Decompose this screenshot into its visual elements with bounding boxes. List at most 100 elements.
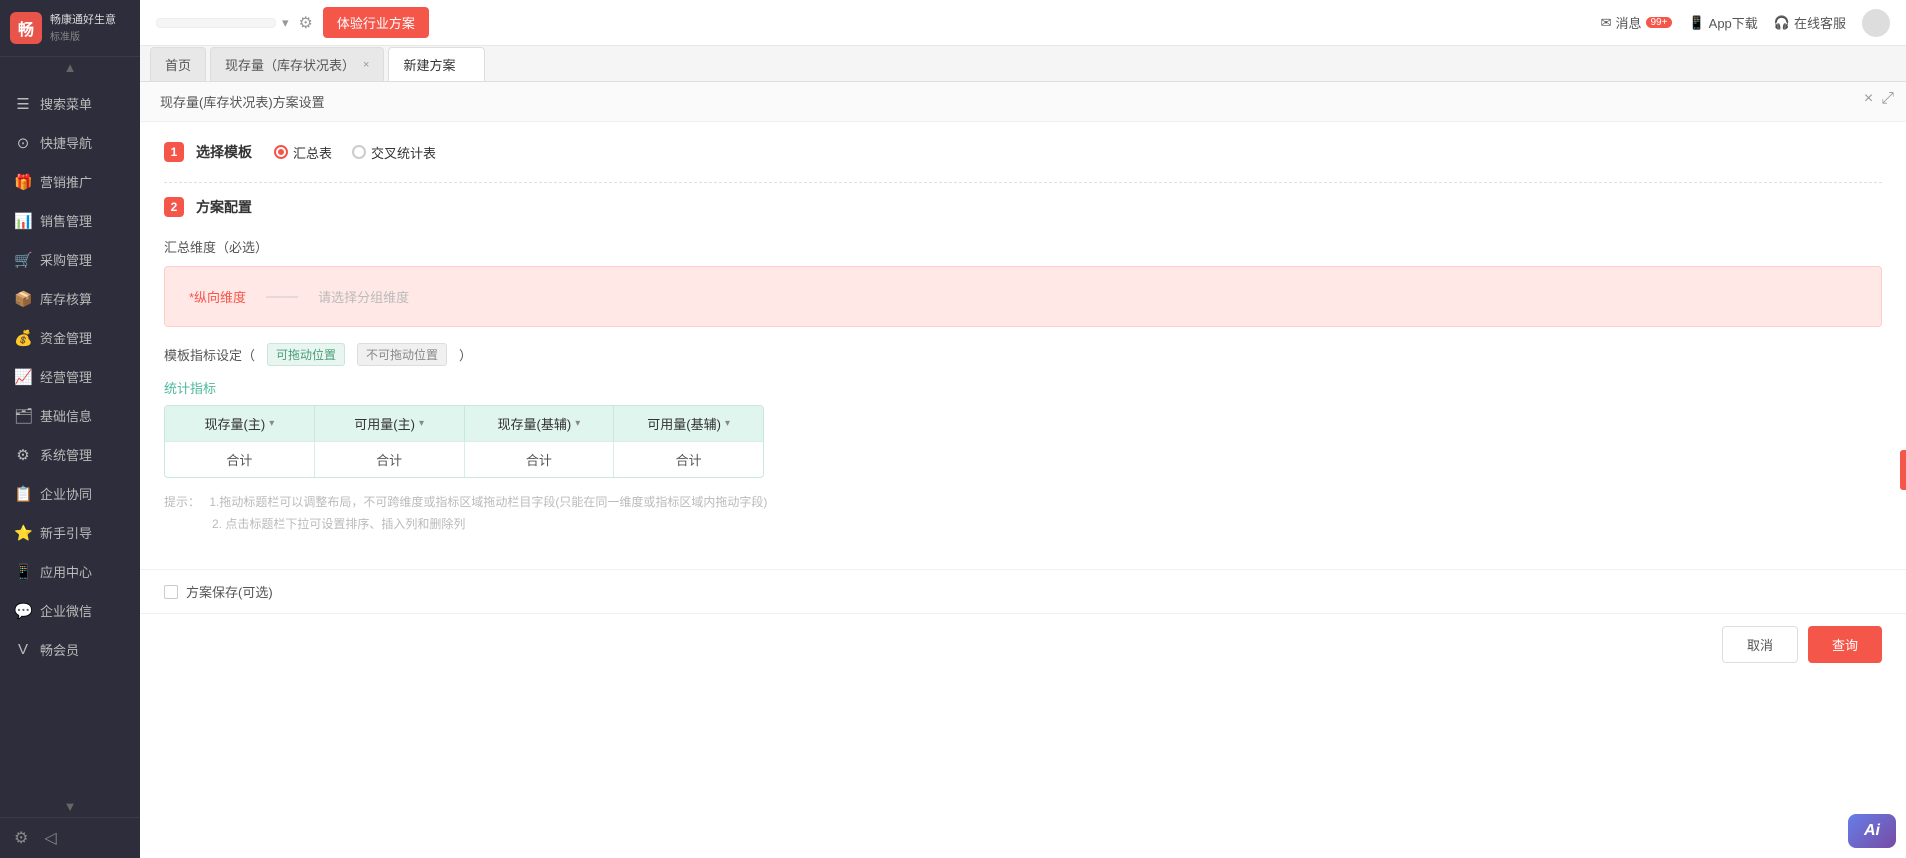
tab-home[interactable]: 首页 xyxy=(150,47,206,81)
sidebar-item-label: 快捷导航 xyxy=(40,133,92,152)
tab-inventory-close[interactable]: × xyxy=(363,59,369,71)
corp-icon: 📋 xyxy=(14,485,32,503)
user-avatar[interactable] xyxy=(1862,9,1890,37)
aggregate-label: 汇总维度（必选） xyxy=(164,237,1882,256)
tip-item-1: 提示： 1.拖动标题栏可以调整布局，不可跨维度或指标区域拖动栏目字段(只能在同一… xyxy=(164,492,1882,514)
sidebar-item-operation[interactable]: 📈 经营管理 xyxy=(0,357,140,396)
stats-col-2-chevron: ▾ xyxy=(575,418,580,429)
messages-badge: 99+ xyxy=(1646,17,1673,28)
stats-col-1[interactable]: 可用量(主) ▾ xyxy=(315,406,465,441)
sidebar-item-membership[interactable]: V 畅会员 xyxy=(0,630,140,669)
sidebar-item-label: 系统管理 xyxy=(40,445,92,464)
sidebar-scroll-down[interactable]: ▼ xyxy=(0,796,140,817)
sidebar-item-basic-info[interactable]: 🗂 基础信息 xyxy=(0,396,140,435)
indicator-label-text: 模板指标设定（ xyxy=(164,345,255,364)
stats-col-0[interactable]: 现存量(主) ▾ xyxy=(165,406,315,441)
dimension-placeholder[interactable]: 请选择分组维度 xyxy=(318,287,409,306)
messages-btn[interactable]: ✉ 消息 99+ xyxy=(1601,13,1673,32)
stats-col-0-label: 现存量(主) xyxy=(205,414,266,433)
operation-icon: 📈 xyxy=(14,368,32,386)
sidebar-item-search[interactable]: ☰ 搜索菜单 xyxy=(0,84,140,123)
radio-cross-label: 交叉统计表 xyxy=(371,143,436,162)
sidebar-item-corp-weixin[interactable]: 💬 企业微信 xyxy=(0,591,140,630)
trial-btn[interactable]: 体验行业方案 xyxy=(323,7,429,38)
sidebar-item-label: 营销推广 xyxy=(40,172,92,191)
sidebar-item-system[interactable]: ⚙ 系统管理 xyxy=(0,435,140,474)
topbar-gear-icon[interactable]: ⚙ xyxy=(299,13,313,33)
gift-icon: 🎁 xyxy=(14,173,32,191)
radio-cross-circle xyxy=(352,145,366,159)
tip-item-2: 2. 点击标题栏下拉可设置排序、插入列和删除列 xyxy=(164,514,1882,536)
indicator-suffix: ） xyxy=(459,345,472,364)
radio-summary[interactable]: 汇总表 xyxy=(274,143,332,162)
bottom-bar: 取消 查询 xyxy=(140,613,1906,675)
radio-summary-label: 汇总表 xyxy=(293,143,332,162)
stats-col-1-chevron: ▾ xyxy=(419,418,424,429)
query-button[interactable]: 查询 xyxy=(1808,626,1882,663)
tab-new-close[interactable]: × xyxy=(463,59,469,71)
home-icon: ⊙ xyxy=(14,134,32,152)
sidebar-item-label: 新手引导 xyxy=(40,523,92,542)
sidebar-item-inventory[interactable]: 📦 库存核算 xyxy=(0,279,140,318)
stats-table: 现存量(主) ▾ 可用量(主) ▾ 现存量(基辅) ▾ xyxy=(164,405,764,478)
stats-cell-0-2: 合计 xyxy=(465,442,615,477)
tip-text-1: 1.拖动标题栏可以调整布局，不可跨维度或指标区域拖动栏目字段(只能在同一维度或指… xyxy=(209,492,767,514)
online-service-btn[interactable]: 🎧 在线客服 xyxy=(1774,13,1846,32)
step2-badge: 2 xyxy=(164,197,184,217)
close-window-btn[interactable]: × xyxy=(1864,90,1873,108)
chart-icon: 📊 xyxy=(14,212,32,230)
tabs-bar: 首页 现存量（库存状况表） × 新建方案 × xyxy=(140,46,1906,82)
stats-col-3[interactable]: 可用量(基辅) ▾ xyxy=(614,406,763,441)
right-edge-indicator xyxy=(1900,450,1906,490)
cancel-button[interactable]: 取消 xyxy=(1722,626,1798,663)
box-icon: 📦 xyxy=(14,290,32,308)
sidebar-item-sales[interactable]: 📊 销售管理 xyxy=(0,201,140,240)
sidebar-item-label: 企业微信 xyxy=(40,601,92,620)
sidebar-scroll-up[interactable]: ▲ xyxy=(0,57,140,78)
content-area: × ⤢ 现存量(库存状况表)方案设置 1 选择模板 汇总表 xyxy=(140,82,1906,858)
sidebar-item-label: 基础信息 xyxy=(40,406,92,425)
stats-col-2-label: 现存量(基辅) xyxy=(498,414,572,433)
collapse-icon[interactable]: ◁ xyxy=(44,828,56,848)
config-section: 汇总维度（必选） *纵向维度 —— 请选择分组维度 模板指标设定（ 可拖动位置 … xyxy=(164,237,1882,535)
tab-inventory-label: 现存量（库存状况表） xyxy=(225,55,355,74)
stats-cell-0-0: 合计 xyxy=(165,442,315,477)
vip-icon: V xyxy=(14,641,32,658)
search-input[interactable] xyxy=(156,18,276,28)
ai-button[interactable]: Ai xyxy=(1848,814,1896,848)
app-icon: 📱 xyxy=(14,563,32,581)
search-icon: ☰ xyxy=(14,95,32,113)
indicator-fixed-badge: 不可拖动位置 xyxy=(357,343,447,366)
dimension-required: *纵向维度 xyxy=(189,287,246,306)
cart-icon: 🛒 xyxy=(14,251,32,269)
panel: × ⤢ 现存量(库存状况表)方案设置 1 选择模板 汇总表 xyxy=(140,82,1906,858)
sidebar-item-new-guide[interactable]: ⭐ 新手引导 xyxy=(0,513,140,552)
sidebar-item-app-center[interactable]: 📱 应用中心 xyxy=(0,552,140,591)
sidebar-item-corp[interactable]: 📋 企业协同 xyxy=(0,474,140,513)
topbar-left: ▾ ⚙ 体验行业方案 xyxy=(156,7,429,38)
tab-new[interactable]: 新建方案 × xyxy=(388,47,484,81)
sidebar-item-quick-nav[interactable]: ⊙ 快捷导航 xyxy=(0,123,140,162)
stats-col-3-label: 可用量(基辅) xyxy=(647,414,721,433)
radio-cross[interactable]: 交叉统计表 xyxy=(352,143,436,162)
sidebar-item-marketing[interactable]: 🎁 营销推广 xyxy=(0,162,140,201)
sidebar-item-finance[interactable]: 💰 资金管理 xyxy=(0,318,140,357)
stats-title: 统计指标 xyxy=(164,378,1882,397)
topbar-dropdown-icon[interactable]: ▾ xyxy=(282,15,289,31)
app-download-btn[interactable]: 📱 App下载 xyxy=(1688,13,1757,32)
indicator-setting-row: 模板指标设定（ 可拖动位置 不可拖动位置 ） xyxy=(164,343,1882,366)
settings-icon[interactable]: ⚙ xyxy=(14,828,28,848)
sidebar: 畅 畅康通好生意 标准版 ▲ ☰ 搜索菜单 ⊙ 快捷导航 🎁 营销推广 📊 销售… xyxy=(0,0,140,858)
sidebar-item-label: 畅会员 xyxy=(40,640,79,659)
sidebar-item-purchase[interactable]: 🛒 采购管理 xyxy=(0,240,140,279)
weixin-icon: 💬 xyxy=(14,602,32,620)
app-name: 畅康通好生意 xyxy=(50,13,116,27)
save-checkbox[interactable] xyxy=(164,585,178,599)
messages-label: 消息 xyxy=(1615,13,1641,32)
tab-inventory[interactable]: 现存量（库存状况表） × xyxy=(210,47,384,81)
stats-col-2[interactable]: 现存量(基辅) ▾ xyxy=(465,406,615,441)
panel-header: 现存量(库存状况表)方案设置 xyxy=(140,82,1906,122)
sidebar-header: 畅 畅康通好生意 标准版 xyxy=(0,0,140,57)
expand-window-btn[interactable]: ⤢ xyxy=(1881,90,1894,108)
topbar: ▾ ⚙ 体验行业方案 ✉ 消息 99+ 📱 App下载 🎧 在线客服 xyxy=(140,0,1906,46)
